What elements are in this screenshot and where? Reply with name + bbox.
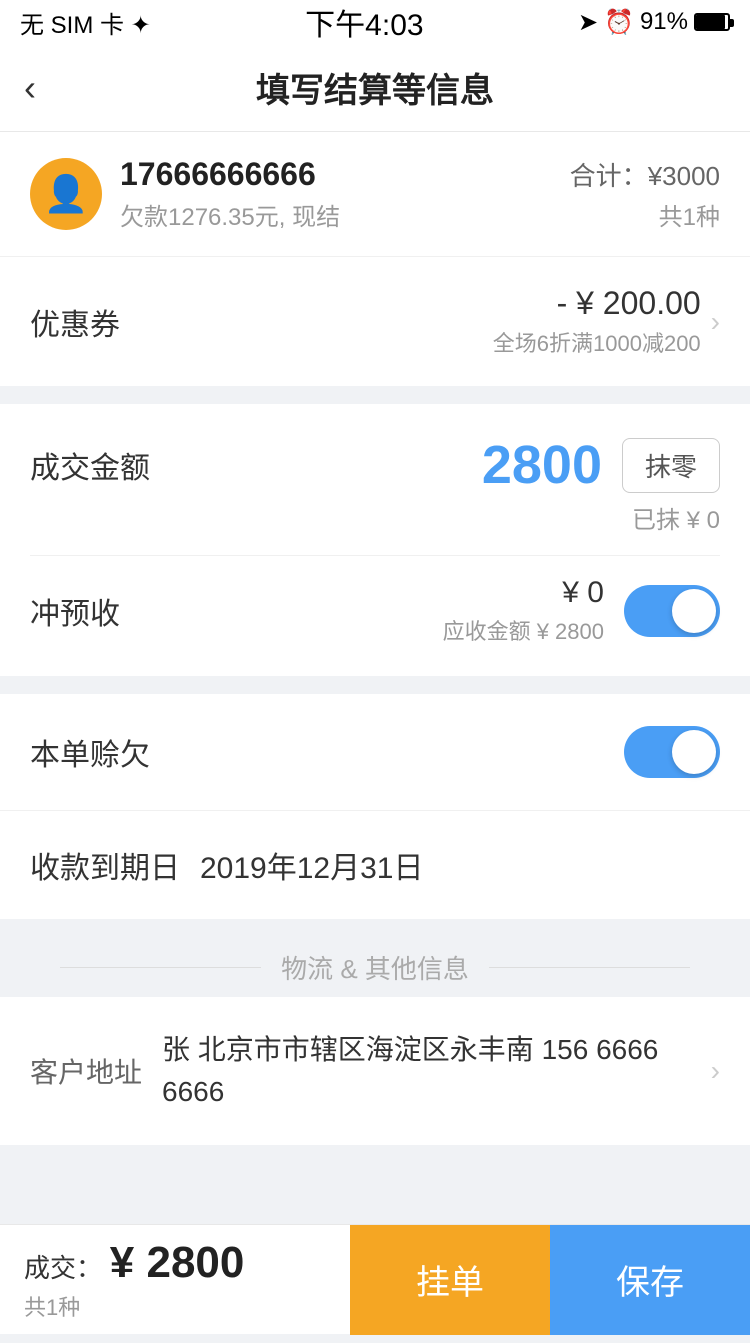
prepay-amount: ¥ 0	[443, 576, 604, 610]
bottom-count: 共1种	[24, 1290, 326, 1322]
customer-debt: 欠款1276.35元, 现结	[120, 197, 340, 232]
amount-label: 成交金额	[30, 443, 150, 487]
amount-value: 2800	[482, 434, 602, 496]
customer-left: 👤 17666666666 欠款1276.35元, 现结	[30, 156, 340, 232]
bottom-deal-label: 成交：	[24, 1253, 102, 1283]
save-button[interactable]: 保存	[550, 1225, 750, 1335]
coupon-row[interactable]: 优惠券 - ¥ 200.00 全场6折满1000减200 ›	[0, 256, 750, 386]
customer-phone: 17666666666	[120, 156, 340, 193]
bottom-deal-amount: ¥ 2800	[110, 1238, 245, 1287]
avatar-icon: 👤	[44, 173, 89, 215]
alarm-icon: ⏰	[604, 8, 634, 37]
due-date: 2019年12月31日	[200, 843, 423, 887]
total-label: 合计：¥3000	[570, 156, 720, 193]
coupon-right: - ¥ 200.00 全场6折满1000减200 ›	[493, 285, 720, 358]
hang-button[interactable]: 挂单	[350, 1225, 550, 1335]
status-right: ➤ ⏰ 91%	[578, 8, 730, 37]
address-value: 张 北京市市辖区海淀区永丰南 156 6666 6666	[162, 1029, 711, 1113]
coupon-info: - ¥ 200.00 全场6折满1000减200	[493, 285, 701, 358]
coupon-discount: - ¥ 200.00	[493, 285, 701, 322]
bottom-bar: 成交： ¥ 2800 共1种 挂单 保存	[0, 1224, 750, 1334]
amount-value-group: 2800 抹零	[482, 434, 720, 496]
bottom-info: 成交： ¥ 2800 共1种	[0, 1238, 350, 1322]
debt-toggle[interactable]	[624, 726, 720, 778]
debt-card: 本单赊欠 收款到期日 2019年12月31日	[0, 694, 750, 919]
prepay-amount-group: ¥ 0 应收金额 ¥ 2800	[443, 576, 604, 646]
debt-toggle-knob	[672, 730, 716, 774]
prepay-label: 冲预收	[30, 589, 120, 633]
status-time: 下午4:03	[305, 0, 423, 44]
prepay-row: 冲预收 ¥ 0 应收金额 ¥ 2800	[30, 555, 720, 646]
address-row[interactable]: 客户地址 张 北京市市辖区海淀区永丰南 156 6666 6666 ›	[0, 997, 750, 1145]
amount-section: 成交金额 2800 抹零 已抹 ¥ 0 冲预收 ¥ 0 应收金额 ¥ 2800	[0, 404, 750, 676]
due-row: 收款到期日 2019年12月31日	[0, 810, 750, 919]
total-count: 共1种	[570, 197, 720, 232]
debt-label: 本单赊欠	[30, 730, 150, 774]
coupon-label: 优惠券	[30, 300, 120, 344]
main-content: 👤 17666666666 欠款1276.35元, 现结 合计：¥3000 共1…	[0, 132, 750, 1343]
battery-icon	[694, 13, 730, 31]
customer-right: 合计：¥3000 共1种	[570, 156, 720, 232]
no-sim-text: 无 SIM 卡 ✦	[20, 5, 151, 40]
toggle-knob	[672, 589, 716, 633]
separator-text: 物流 & 其他信息	[261, 949, 489, 986]
prepay-right: ¥ 0 应收金额 ¥ 2800	[443, 576, 720, 646]
status-left: 无 SIM 卡 ✦	[20, 5, 151, 40]
customer-info: 17666666666 欠款1276.35元, 现结	[120, 156, 340, 232]
chevron-right-icon: ›	[711, 306, 720, 338]
amount-row: 成交金额 2800 抹零	[30, 434, 720, 496]
back-button[interactable]: ‹	[24, 67, 36, 109]
prepay-sub: 应收金额 ¥ 2800	[443, 614, 604, 646]
customer-card: 👤 17666666666 欠款1276.35元, 现结 合计：¥3000 共1…	[0, 132, 750, 386]
customer-row: 👤 17666666666 欠款1276.35元, 现结 合计：¥3000 共1…	[0, 132, 750, 256]
amount-sub-text: 已抹 ¥ 0	[30, 500, 720, 535]
debt-row: 本单赊欠	[0, 694, 750, 810]
avatar: 👤	[30, 158, 102, 230]
status-bar: 无 SIM 卡 ✦ 下午4:03 ➤ ⏰ 91%	[0, 0, 750, 44]
battery-percent: 91%	[640, 8, 688, 36]
address-chevron-icon: ›	[711, 1055, 720, 1087]
round-button[interactable]: 抹零	[622, 438, 720, 493]
separator-section: 物流 & 其他信息	[0, 937, 750, 997]
bottom-deal-row: 成交： ¥ 2800	[24, 1238, 326, 1288]
nav-bar: ‹ 填写结算等信息	[0, 44, 750, 132]
page-title: 填写结算等信息	[256, 63, 494, 112]
prepay-toggle[interactable]	[624, 585, 720, 637]
coupon-desc: 全场6折满1000减200	[493, 326, 701, 358]
due-label: 收款到期日	[30, 843, 180, 887]
location-icon: ➤	[578, 8, 598, 37]
address-card: 客户地址 张 北京市市辖区海淀区永丰南 156 6666 6666 ›	[0, 997, 750, 1145]
address-label: 客户地址	[30, 1051, 142, 1091]
